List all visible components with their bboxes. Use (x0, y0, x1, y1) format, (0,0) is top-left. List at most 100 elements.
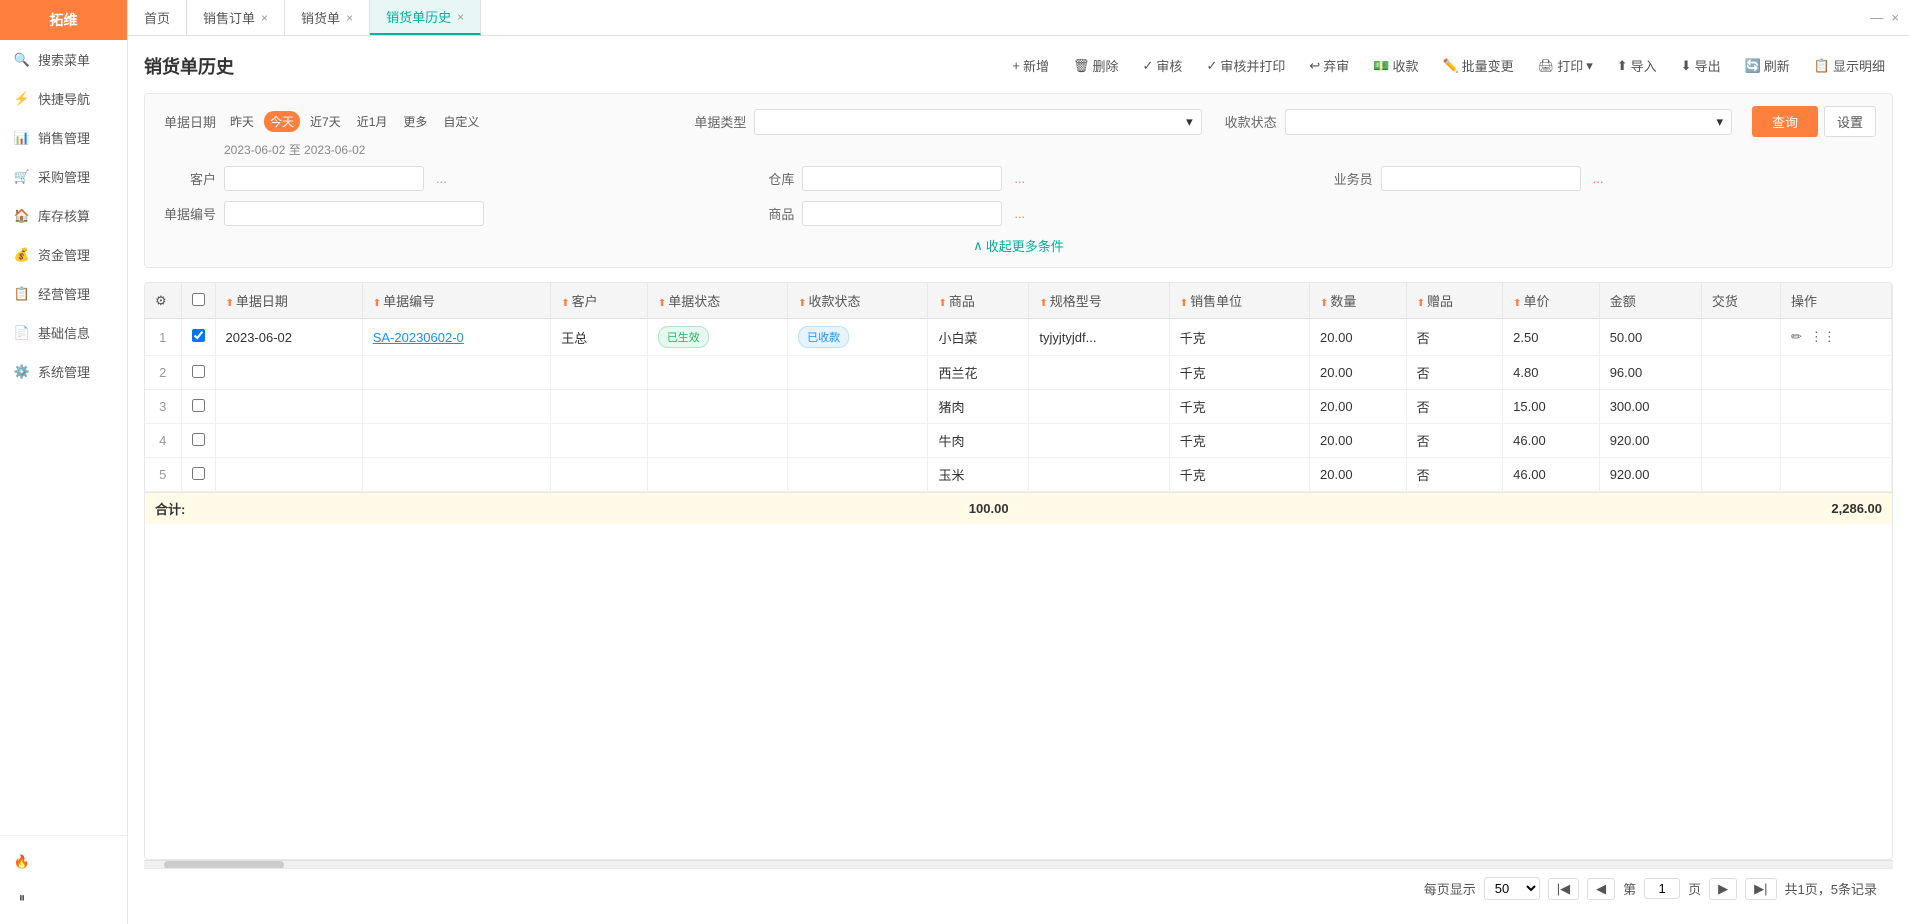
goods-col-header[interactable]: ⬆商品 (928, 283, 1029, 319)
warehouse-input[interactable] (802, 166, 1002, 191)
date-shortcut-今天[interactable]: 今天 (264, 111, 300, 132)
row-checkbox-4[interactable] (181, 458, 215, 492)
refresh-button[interactable]: 🔄刷新 (1737, 52, 1798, 79)
show-detail-button[interactable]: 📋显示明细 (1806, 52, 1893, 79)
summary-qty: 100.00 (195, 501, 1782, 516)
qty-col-header[interactable]: ⬆数量 (1310, 283, 1407, 319)
print-button[interactable]: 🖨打印▾ (1530, 52, 1601, 79)
more-icon-0[interactable]: ⋮⋮ (1810, 329, 1836, 345)
audit-button[interactable]: ✓审核 (1135, 52, 1191, 79)
checkbox-col-header[interactable] (181, 283, 215, 319)
customer-col-header[interactable]: ⬆客户 (551, 283, 648, 319)
spec-col-header[interactable]: ⬆规格型号 (1029, 283, 1169, 319)
page-size-select[interactable]: 50 100 (1484, 877, 1540, 900)
tab-home[interactable]: 首页 (128, 0, 187, 35)
date-shortcut-昨天[interactable]: 昨天 (224, 111, 260, 132)
page-number-input[interactable] (1644, 878, 1680, 899)
next-page-btn[interactable]: ▶ (1709, 878, 1737, 900)
tab-bar: 首页销售订单×销货单×销货单历史× — × (128, 0, 1909, 36)
tab-close-sales-goods[interactable]: × (346, 11, 353, 25)
goods-label: 商品 (739, 204, 794, 223)
date-shortcut-近7天[interactable]: 近7天 (304, 111, 347, 132)
date-shortcut-自定义[interactable]: 自定义 (437, 111, 485, 132)
staff-picker[interactable]: ... (1589, 171, 1608, 186)
tab-close-sales-order[interactable]: × (261, 11, 268, 25)
export-button[interactable]: ⬇导出 (1673, 52, 1729, 79)
sidebar-item-finance-mgmt[interactable]: 💰资金管理 (0, 235, 127, 274)
sidebar-item-quick-nav[interactable]: ⚡快捷导航 (0, 79, 127, 118)
date-shortcut-近1月[interactable]: 近1月 (351, 111, 394, 132)
sidebar-item-inventory-calc[interactable]: 🏠库存核算 (0, 196, 127, 235)
sidebar-item-pause[interactable]: ⏸ (0, 880, 127, 916)
select-all-checkbox[interactable] (192, 293, 205, 306)
sidebar-item-search-menu[interactable]: 🔍搜索菜单 (0, 40, 127, 79)
close-btn[interactable]: × (1891, 10, 1899, 25)
row-amount-4: 920.00 (1599, 458, 1701, 492)
filter-area: 单据日期 昨天今天近7天近1月更多自定义 单据类型 ▾ 收款状态 ▾ 查询 (144, 93, 1893, 268)
row-goods-3: 牛肉 (928, 424, 1029, 458)
settings-col-header[interactable]: ⚙ (145, 283, 181, 319)
doc-no-link-0[interactable]: SA-20230602-0 (373, 330, 464, 345)
new-button[interactable]: +新增 (1004, 52, 1057, 79)
tab-sales-goods[interactable]: 销货单× (285, 0, 370, 35)
sidebar-item-system-mgmt[interactable]: ⚙️系统管理 (0, 352, 127, 391)
gift-col-header[interactable]: ⬆赠品 (1406, 283, 1503, 319)
customer-input[interactable] (224, 166, 424, 191)
sidebar-item-purchase-mgmt[interactable]: 🛒采购管理 (0, 157, 127, 196)
price-col-header[interactable]: ⬆单价 (1503, 283, 1600, 319)
row-checkbox-1[interactable] (181, 356, 215, 390)
payment-status-select[interactable]: ▾ (1285, 109, 1732, 135)
audit-print-button[interactable]: ✓审核并打印 (1198, 52, 1293, 79)
import-button[interactable]: ⬆导入 (1609, 52, 1665, 79)
goods-picker[interactable]: ... (1010, 206, 1029, 221)
payment-status-col-header[interactable]: ⬆收款状态 (788, 283, 928, 319)
unit-col-header[interactable]: ⬆销售单位 (1169, 283, 1309, 319)
sidebar-item-sales-mgmt[interactable]: 📊销售管理 (0, 118, 127, 157)
customer-picker[interactable]: ... (432, 171, 451, 186)
sidebar-item-operations-mgmt[interactable]: 📋经营管理 (0, 274, 127, 313)
staff-input[interactable] (1381, 166, 1581, 191)
payment-status-label: 收款状态 (1222, 112, 1277, 131)
delete-button[interactable]: 🗑删除 (1065, 52, 1127, 79)
doc-no-col-header[interactable]: ⬆单据编号 (362, 283, 551, 319)
row-checkbox-2[interactable] (181, 390, 215, 424)
edit-icon-0[interactable]: ✏ (1791, 329, 1802, 345)
row-doc-status-0: 已生效 (647, 319, 787, 356)
batch-change-button[interactable]: ✏️批量变更 (1434, 52, 1521, 79)
minimize-btn[interactable]: — (1870, 10, 1883, 25)
query-button[interactable]: 查询 (1752, 106, 1818, 137)
abandon-button[interactable]: ↩弃审 (1301, 52, 1357, 79)
row-spec-3 (1029, 424, 1169, 458)
sidebar-item-fire[interactable]: 🔥 (0, 844, 127, 880)
scroll-track[interactable] (144, 860, 1893, 868)
sort-icon2: ⬆ (373, 298, 381, 309)
sidebar-item-basic-info[interactable]: 📄基础信息 (0, 313, 127, 352)
settings-button[interactable]: 设置 (1824, 106, 1876, 137)
collect-button[interactable]: 💵收款 (1365, 52, 1426, 79)
abandon-icon: ↩ (1309, 58, 1320, 74)
row-qty-4: 20.00 (1310, 458, 1407, 492)
type-select[interactable]: ▾ (754, 109, 1201, 135)
row-num-4: 5 (145, 458, 181, 492)
doc-status-col-header[interactable]: ⬆单据状态 (647, 283, 787, 319)
first-page-btn[interactable]: |◀ (1548, 878, 1579, 900)
last-page-btn[interactable]: ▶| (1745, 878, 1776, 900)
tab-sales-history[interactable]: 销货单历史× (370, 0, 481, 35)
transaction-col-header[interactable]: 交货 (1701, 283, 1780, 319)
row-checkbox-0[interactable] (181, 319, 215, 356)
date-range-text: 2023-06-02 至 2023-06-02 (224, 141, 365, 158)
prev-page-btn[interactable]: ◀ (1587, 878, 1615, 900)
amount-col-header[interactable]: 金额 (1599, 283, 1701, 319)
collapse-btn[interactable]: ∧ 收起更多条件 (973, 236, 1064, 255)
new-label: 新增 (1023, 56, 1049, 75)
tab-close-sales-history[interactable]: × (457, 10, 464, 24)
warehouse-picker[interactable]: ... (1010, 171, 1029, 186)
goods-input[interactable] (802, 201, 1002, 226)
doc-date-col-header[interactable]: ⬆单据日期 (215, 283, 362, 319)
refresh-icon: 🔄 (1745, 58, 1761, 74)
tab-sales-order[interactable]: 销售订单× (187, 0, 285, 35)
sidebar-item-label: 快捷导航 (38, 89, 90, 108)
date-shortcut-更多[interactable]: 更多 (397, 111, 433, 132)
row-checkbox-3[interactable] (181, 424, 215, 458)
docno-input[interactable] (224, 201, 484, 226)
